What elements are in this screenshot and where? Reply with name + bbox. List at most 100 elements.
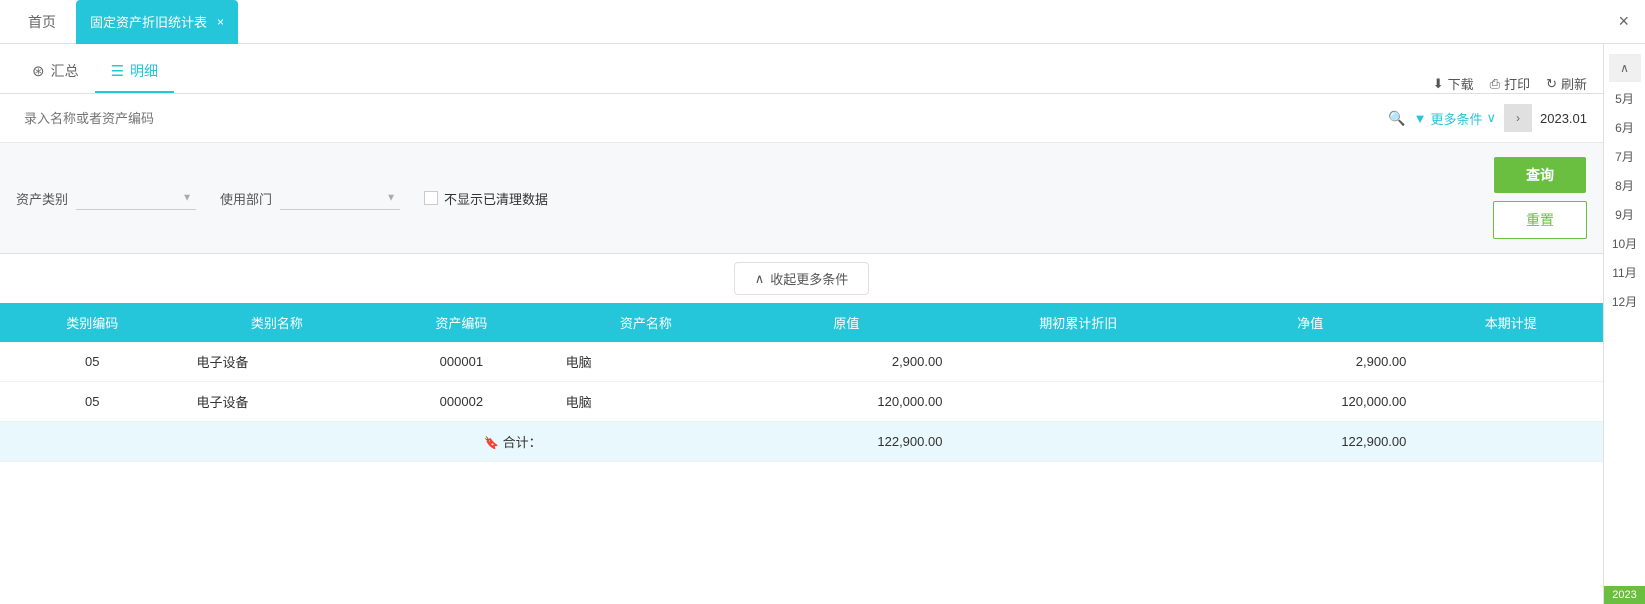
data-table: 类别编码 类别名称 资产编码 资产名称 原值 期初累计折旧 净值 本期计提 05… xyxy=(0,303,1603,462)
table-row: 05 电子设备 000001 电脑 2,900.00 2,900.00 xyxy=(0,342,1603,382)
table-wrapper: 类别编码 类别名称 资产编码 资产名称 原值 期初累计折旧 净值 本期计提 05… xyxy=(0,303,1603,604)
total-current-period xyxy=(1418,422,1603,462)
date-label: 2023.01 xyxy=(1540,111,1587,126)
filter-section: 资产类别 ▼ 使用部门 ▼ xyxy=(0,143,1603,254)
total-row: 🔖 合计： 122,900.00 122,900.00 xyxy=(0,422,1603,462)
sidebar-month-10[interactable]: 10月 xyxy=(1604,229,1645,258)
cell-acc-dep xyxy=(954,342,1202,382)
refresh-label: 刷新 xyxy=(1561,74,1587,93)
cell-current-period xyxy=(1418,342,1603,382)
sidebar-month-8[interactable]: 8月 xyxy=(1604,171,1645,200)
cell-acc-dep xyxy=(954,382,1202,422)
refresh-icon: ↻ xyxy=(1546,76,1557,92)
department-label: 使用部门 xyxy=(220,189,272,208)
reset-button[interactable]: 重置 xyxy=(1493,201,1587,239)
total-acc-dep xyxy=(954,422,1202,462)
col-original-value: 原值 xyxy=(738,303,954,342)
sidebar-month-7[interactable]: 7月 xyxy=(1604,142,1645,171)
sidebar-scroll-up[interactable]: ∧ xyxy=(1609,54,1641,82)
print-button[interactable]: ⎙ 打印 xyxy=(1490,74,1530,93)
total-label-cell: 🔖 合计： xyxy=(185,422,554,462)
table-row: 05 电子设备 000002 电脑 120,000.00 120,000.00 xyxy=(0,382,1603,422)
total-original-value: 122,900.00 xyxy=(738,422,954,462)
collapse-label: 收起更多条件 xyxy=(770,269,848,288)
total-icon: 🔖 xyxy=(484,436,499,450)
department-select-wrapper: ▼ xyxy=(280,186,400,210)
tab-summary-label: 汇总 xyxy=(51,61,79,81)
asset-category-filter: 资产类别 ▼ xyxy=(16,186,196,210)
cell-original-value: 2,900.00 xyxy=(738,342,954,382)
chevron-down-icon: ∨ xyxy=(1486,110,1496,126)
sidebar-month-6[interactable]: 6月 xyxy=(1604,113,1645,142)
col-asset-code: 资产编码 xyxy=(369,303,554,342)
tab-close-icon[interactable]: × xyxy=(217,15,224,29)
main-content: ⊛ 汇总 ☰ 明细 ⬇ 下载 ⎙ 打印 ↻ 刷新 xyxy=(0,44,1603,604)
download-label: 下载 xyxy=(1448,74,1474,93)
search-input[interactable] xyxy=(16,107,1380,130)
tab-label: 固定资产折旧统计表 xyxy=(90,12,207,31)
date-nav-arrow[interactable]: › xyxy=(1504,104,1532,132)
collapse-bar: ∧ 收起更多条件 xyxy=(0,254,1603,303)
cell-asset-code: 000002 xyxy=(369,382,554,422)
sidebar-month-12[interactable]: 12月 xyxy=(1604,287,1645,316)
sidebar-year-badge[interactable]: 2023 xyxy=(1604,586,1645,604)
search-icon[interactable]: 🔍 xyxy=(1388,110,1405,127)
window-close-icon[interactable]: × xyxy=(1618,11,1629,32)
sidebar-month-5[interactable]: 5月 xyxy=(1604,84,1645,113)
cell-category-name: 电子设备 xyxy=(185,342,370,382)
col-net-value: 净值 xyxy=(1202,303,1418,342)
query-button[interactable]: 查询 xyxy=(1494,157,1586,193)
hide-cleared-checkbox-item: 不显示已清理数据 xyxy=(424,189,548,208)
col-category-name: 类别名称 xyxy=(185,303,370,342)
asset-category-label: 资产类别 xyxy=(16,189,68,208)
hide-cleared-label: 不显示已清理数据 xyxy=(444,189,548,208)
right-sidebar: ∧ 5月 6月 7月 8月 9月 10月 11月 12月 2023 xyxy=(1603,44,1645,604)
collapse-button[interactable]: ∧ 收起更多条件 xyxy=(734,262,870,295)
more-filter-button[interactable]: ▼ 更多条件 ∨ xyxy=(1414,109,1496,128)
tab-detail-label: 明细 xyxy=(130,61,158,81)
filter-row: 资产类别 ▼ 使用部门 ▼ xyxy=(16,157,1587,239)
total-label: 合计： xyxy=(503,435,542,450)
content-wrapper: ⊛ 汇总 ☰ 明细 ⬇ 下载 ⎙ 打印 ↻ 刷新 xyxy=(0,44,1645,604)
cell-category-name: 电子设备 xyxy=(185,382,370,422)
cell-asset-name: 电脑 xyxy=(554,342,739,382)
filter-actions: 查询 重置 xyxy=(1493,157,1587,239)
filter-icon: ▼ xyxy=(1414,111,1427,126)
tab-detail[interactable]: ☰ 明细 xyxy=(95,51,174,93)
total-net-value: 122,900.00 xyxy=(1202,422,1418,462)
cell-net-value: 2,900.00 xyxy=(1202,342,1418,382)
sub-tabs: ⊛ 汇总 ☰ 明细 ⬇ 下载 ⎙ 打印 ↻ 刷新 xyxy=(0,44,1603,94)
print-icon: ⎙ xyxy=(1490,76,1500,92)
table-header: 类别编码 类别名称 资产编码 资产名称 原值 期初累计折旧 净值 本期计提 xyxy=(0,303,1603,342)
top-nav: 首页 固定资产折旧统计表 × × xyxy=(0,0,1645,44)
department-select[interactable] xyxy=(280,186,400,210)
list-icon: ☰ xyxy=(111,62,124,80)
cell-original-value: 120,000.00 xyxy=(738,382,954,422)
layers-icon: ⊛ xyxy=(32,62,45,80)
col-category-code: 类别编码 xyxy=(0,303,185,342)
cell-category-code: 05 xyxy=(0,382,185,422)
refresh-button[interactable]: ↻ 刷新 xyxy=(1546,74,1587,93)
total-empty-1 xyxy=(0,422,185,462)
sidebar-month-11[interactable]: 11月 xyxy=(1604,258,1645,287)
more-filter-label: 更多条件 xyxy=(1430,109,1482,128)
sidebar-month-9[interactable]: 9月 xyxy=(1604,200,1645,229)
active-tab[interactable]: 固定资产折旧统计表 × xyxy=(76,0,238,44)
asset-category-select-wrapper: ▼ xyxy=(76,186,196,210)
collapse-icon: ∧ xyxy=(755,271,765,287)
col-current-period: 本期计提 xyxy=(1418,303,1603,342)
tab-summary[interactable]: ⊛ 汇总 xyxy=(16,51,95,93)
home-tab[interactable]: 首页 xyxy=(16,12,68,32)
print-label: 打印 xyxy=(1504,74,1530,93)
download-icon: ⬇ xyxy=(1433,76,1444,92)
department-filter: 使用部门 ▼ xyxy=(220,186,400,210)
cell-category-code: 05 xyxy=(0,342,185,382)
hide-cleared-checkbox[interactable] xyxy=(424,191,438,205)
cell-net-value: 120,000.00 xyxy=(1202,382,1418,422)
cell-current-period xyxy=(1418,382,1603,422)
download-button[interactable]: ⬇ 下载 xyxy=(1433,74,1474,93)
table-body: 05 电子设备 000001 电脑 2,900.00 2,900.00 05 电… xyxy=(0,342,1603,462)
cell-asset-code: 000001 xyxy=(369,342,554,382)
cell-asset-name: 电脑 xyxy=(554,382,739,422)
asset-category-select[interactable] xyxy=(76,186,196,210)
